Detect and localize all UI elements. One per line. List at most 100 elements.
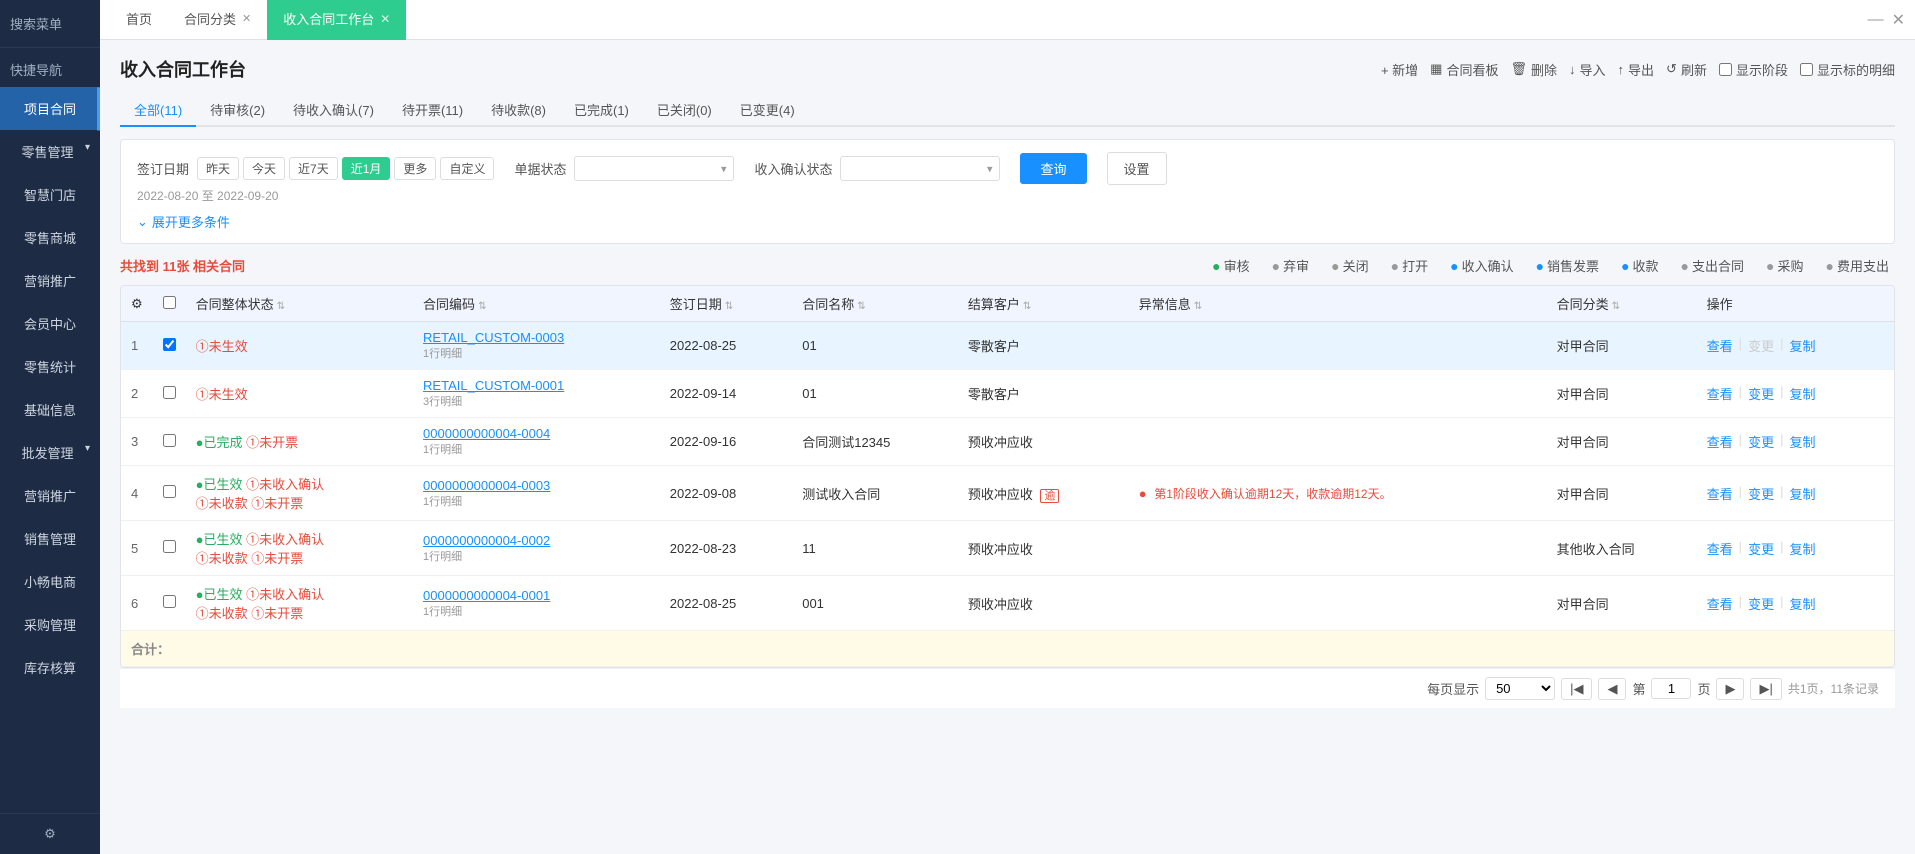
abandon-review-button[interactable]: ● 弃审 [1266,254,1315,277]
sidebar-item-retail[interactable]: 零售管理 ▾ [0,130,100,173]
sidebar-item-marketing[interactable]: 营销推广 [0,259,100,302]
collection-button[interactable]: ● 收款 [1615,254,1664,277]
row-checkbox[interactable] [153,576,186,631]
last-page-button[interactable]: ▶| [1750,678,1781,700]
expand-search-button[interactable]: ⌄ 展开更多条件 [137,212,1878,231]
import-button[interactable]: ↓ 导入 [1569,60,1606,79]
export-button[interactable]: ↑ 导出 [1618,60,1655,79]
filter-tab-all[interactable]: 全部(11) [120,94,196,127]
sidebar-item-project[interactable]: 项目合同 [0,87,100,130]
category-col-header[interactable]: 合同分类⇅ [1547,286,1697,322]
edit-link[interactable]: 变更 [1748,336,1774,355]
sidebar-item-retail-mall[interactable]: 零售商城 [0,216,100,259]
show-details-checkbox[interactable]: 显示标的明细 [1800,60,1895,79]
sidebar-item-sales-mgmt[interactable]: 销售管理 [0,517,100,560]
view-link[interactable]: 查看 [1707,432,1733,451]
sign-date-col-header[interactable]: 签订日期⇅ [660,286,792,322]
row-checkbox[interactable] [153,418,186,466]
row-checkbox[interactable] [153,322,186,370]
edit-link[interactable]: 变更 [1748,384,1774,403]
view-link[interactable]: 查看 [1707,336,1733,355]
close-icon[interactable]: ✕ [242,12,251,25]
filter-tab-pending-collection[interactable]: 待收款(8) [477,94,560,127]
contract-code-link[interactable]: 0000000000004-0003 [423,478,650,493]
edit-link[interactable]: 变更 [1748,594,1774,613]
new-button[interactable]: + 新增 [1381,60,1418,79]
gear-col-header[interactable]: ⚙ [121,286,153,322]
contract-code-link[interactable]: 0000000000004-0004 [423,426,650,441]
contract-board-button[interactable]: ▦ 合同看板 [1430,60,1498,79]
filter-tab-pending-invoice[interactable]: 待开票(11) [388,94,477,127]
code-col-header[interactable]: 合同编码⇅ [413,286,660,322]
sidebar-item-base-info[interactable]: 基础信息 [0,388,100,431]
page-input[interactable] [1651,678,1691,699]
row-checkbox[interactable] [153,466,186,521]
tab-home[interactable]: 首页 [110,0,168,40]
edit-link[interactable]: 变更 [1748,432,1774,451]
view-link[interactable]: 查看 [1707,384,1733,403]
tab-contract-category[interactable]: 合同分类 ✕ [168,0,267,40]
review-button[interactable]: ● 审核 [1206,254,1255,277]
sidebar-search[interactable]: 搜索菜单 [0,0,100,48]
sidebar-item-retail-stats[interactable]: 零售统计 [0,345,100,388]
payout-button[interactable]: ● 支出合同 [1675,254,1750,277]
edit-link[interactable]: 变更 [1748,484,1774,503]
contract-code-link[interactable]: RETAIL_CUSTOM-0003 [423,330,650,345]
abnormal-col-header[interactable]: 异常信息⇅ [1129,286,1547,322]
income-confirm-select[interactable] [840,156,1000,181]
sidebar-item-smart-store[interactable]: 智慧门店 [0,173,100,216]
setting-button[interactable]: 设置 [1107,152,1167,185]
sidebar-item-member[interactable]: 会员中心 [0,302,100,345]
select-all-checkbox[interactable] [163,296,176,309]
copy-link[interactable]: 复制 [1789,336,1815,355]
sidebar-item-purchase[interactable]: 采购管理 [0,603,100,646]
contract-code-link[interactable]: 0000000000004-0002 [423,533,650,548]
print-button[interactable]: ● 打开 [1385,254,1434,277]
query-button[interactable]: 查询 [1020,153,1086,184]
checkbox-col-header[interactable] [153,286,186,322]
sidebar-quick-nav[interactable]: 快捷导航 [0,48,100,87]
view-link[interactable]: 查看 [1707,594,1733,613]
sidebar-settings[interactable]: ⚙ [0,813,100,854]
minimize-icon[interactable]: — [1868,11,1884,29]
copy-link[interactable]: 复制 [1789,484,1815,503]
delete-button[interactable]: 🗑 删除 [1510,60,1557,79]
date-more[interactable]: 更多 [394,157,436,180]
status-col-header[interactable]: 合同整体状态⇅ [186,286,413,322]
sidebar-item-inventory[interactable]: 库存核算 [0,646,100,689]
close-icon[interactable]: ✕ [380,12,390,26]
row-checkbox[interactable] [153,521,186,576]
first-page-button[interactable]: |◀ [1561,678,1592,700]
filter-tab-changed[interactable]: 已变更(4) [726,94,809,127]
refresh-button[interactable]: ↺ 刷新 [1666,60,1707,79]
view-link[interactable]: 查看 [1707,484,1733,503]
copy-link[interactable]: 复制 [1789,539,1815,558]
purchase-button[interactable]: ● 采购 [1760,254,1809,277]
copy-link[interactable]: 复制 [1789,432,1815,451]
view-link[interactable]: 查看 [1707,539,1733,558]
filter-tab-closed[interactable]: 已关闭(0) [643,94,726,127]
sidebar-item-batch-mgmt[interactable]: 批发管理 ▾ [0,431,100,474]
contract-code-link[interactable]: 0000000000004-0001 [423,588,650,603]
copy-link[interactable]: 复制 [1789,384,1815,403]
sales-invoice-button[interactable]: ● 销售发票 [1530,254,1605,277]
date-yesterday[interactable]: 昨天 [197,157,239,180]
per-page-select[interactable]: 50 100 200 [1485,677,1555,700]
close-window-icon[interactable]: ✕ [1892,10,1905,30]
filter-tab-pending-income-confirm[interactable]: 待收入确认(7) [279,94,388,127]
sidebar-item-xiaowei[interactable]: 小畅电商 [0,560,100,603]
edit-link[interactable]: 变更 [1748,539,1774,558]
copy-link[interactable]: 复制 [1789,594,1815,613]
name-col-header[interactable]: 合同名称⇅ [792,286,958,322]
date-last1month[interactable]: 近1月 [342,157,391,180]
customer-col-header[interactable]: 结算客户⇅ [958,286,1129,322]
show-stages-checkbox[interactable]: 显示阶段 [1719,60,1788,79]
income-confirm-button[interactable]: ● 收入确认 [1444,254,1519,277]
date-custom[interactable]: 自定义 [440,157,494,180]
tab-income-contract[interactable]: 收入合同工作台 ✕ [267,0,406,40]
doc-status-select[interactable] [574,156,734,181]
date-today[interactable]: 今天 [243,157,285,180]
next-page-button[interactable]: ▶ [1716,678,1744,700]
filter-tab-completed[interactable]: 已完成(1) [560,94,643,127]
row-checkbox[interactable] [153,370,186,418]
